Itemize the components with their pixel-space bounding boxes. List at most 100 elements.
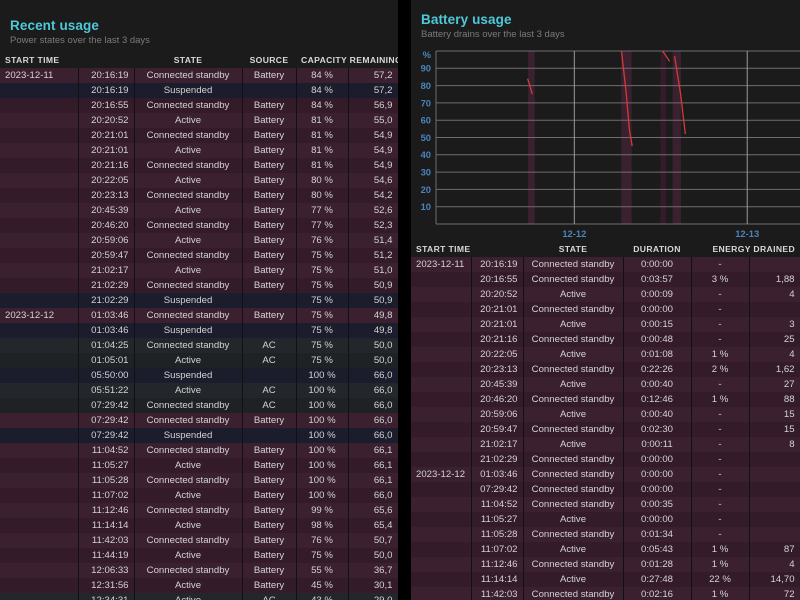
table-row[interactable]: 01:03:46 Suspended 75 % 49,8 bbox=[0, 323, 398, 338]
col-source[interactable]: SOURCE bbox=[242, 53, 297, 68]
table-row[interactable]: 2023-12-12 01:03:46 Connected standby Batte… bbox=[0, 308, 398, 323]
table-row[interactable]: 11:07:02 Active 0:05:43 1 % 87 bbox=[411, 542, 800, 557]
cell-time: 20:22:05 bbox=[78, 173, 135, 188]
table-row[interactable]: 07:29:42 Suspended 100 % 66,0 bbox=[0, 428, 398, 443]
table-row[interactable]: 12:34:31ActiveAC43 %29,0 bbox=[0, 593, 398, 600]
table-row[interactable]: 11:04:52 Connected standby Battery 100 % 66,… bbox=[0, 443, 398, 458]
cell-energy-percent: - bbox=[691, 527, 750, 542]
cell-capacity-mwh: 54,9 bbox=[348, 143, 398, 158]
cell-time: 20:21:01 bbox=[78, 143, 135, 158]
cell-state: Connected standby bbox=[134, 248, 243, 263]
cell-state: Active bbox=[523, 542, 624, 557]
table-row[interactable]: 20:16:55 Connected standby 0:03:57 3 % 1,88 bbox=[411, 272, 800, 287]
table-row[interactable]: 20:16:55 Connected standby Battery 84 % 56,9 bbox=[0, 98, 398, 113]
table-row[interactable]: 20:45:39 Active Battery 77 % 52,6 bbox=[0, 203, 398, 218]
cell-energy-mwh: 1,88 bbox=[749, 272, 800, 287]
cell-state: Connected standby bbox=[134, 338, 243, 353]
table-row[interactable]: 11:04:52 Connected standby 0:00:35- bbox=[411, 497, 800, 512]
table-row[interactable]: 2023-12-11 20:16:19 Connected standby 0:00:… bbox=[411, 257, 800, 272]
table-row[interactable]: 20:46:20 Connected standby 0:12:46 1 % 88 bbox=[411, 392, 800, 407]
table-row[interactable]: 11:05:27 Active Battery 100 % 66,1 bbox=[0, 458, 398, 473]
cell-date bbox=[0, 383, 79, 398]
table-row[interactable]: 11:05:28 Connected standby 0:01:34- bbox=[411, 527, 800, 542]
cell-capacity-mwh: 29,0 bbox=[348, 593, 398, 600]
col-state[interactable]: STATE bbox=[134, 53, 243, 68]
table-row[interactable]: 20:21:16 Connected standby Battery 81 % 54,9 bbox=[0, 158, 398, 173]
col-energy-drained[interactable]: ENERGY DRAINED bbox=[691, 242, 800, 257]
table-row[interactable]: 20:20:52 Active Battery 81 % 55,0 bbox=[0, 113, 398, 128]
table-row[interactable]: 12:31:56 Active Battery 45 % 30,1 bbox=[0, 578, 398, 593]
cell-date bbox=[411, 362, 472, 377]
table-row[interactable]: 20:22:05 Active Battery 80 % 54,6 bbox=[0, 173, 398, 188]
table-row[interactable]: 21:02:17 Active Battery 75 % 51,0 bbox=[0, 263, 398, 278]
table-row[interactable]: 05:51:22 Active AC 100 % 66,0 bbox=[0, 383, 398, 398]
table-row[interactable]: 20:59:06 Active Battery 76 % 51,4 bbox=[0, 233, 398, 248]
cell-energy-mwh: 1,62 bbox=[749, 362, 800, 377]
cell-capacity-percent: 84 % bbox=[296, 98, 349, 113]
table-row[interactable]: 11:42:03 Connected standby Battery 76 % 50,7 bbox=[0, 533, 398, 548]
table-row[interactable]: 20:23:13 Connected standby 0:22:26 2 % 1,62 bbox=[411, 362, 800, 377]
table-row[interactable]: 2023-12-12 01:03:46 Connected standby 0:00:… bbox=[411, 467, 800, 482]
cell-state: Active bbox=[134, 488, 243, 503]
table-row[interactable]: 01:05:01 Active AC 75 % 50,0 bbox=[0, 353, 398, 368]
table-row[interactable]: 11:05:28 Connected standby Battery 100 % 66,… bbox=[0, 473, 398, 488]
table-row[interactable]: 21:02:29 Connected standby 0:00:00- bbox=[411, 452, 800, 467]
cell-duration: 0:00:48 bbox=[623, 332, 692, 347]
cell-date bbox=[0, 83, 79, 98]
cell-capacity-percent: 84 % bbox=[296, 83, 349, 98]
cell-capacity-mwh: 50,0 bbox=[348, 353, 398, 368]
col-capacity-remaining[interactable]: CAPACITY REMAINING bbox=[296, 53, 398, 68]
cell-energy-mwh: 15 bbox=[749, 407, 800, 422]
table-row[interactable]: 20:22:05 Active 0:01:08 1 % 4 bbox=[411, 347, 800, 362]
table-row[interactable]: 20:46:20 Connected standby Battery 77 % 52,3 bbox=[0, 218, 398, 233]
table-row[interactable]: 21:02:29 Connected standby Battery 75 % 50,9 bbox=[0, 278, 398, 293]
table-row[interactable]: 07:29:42 Connected standby 0:00:00- bbox=[411, 482, 800, 497]
table-row[interactable]: 11:07:02 Active Battery 100 % 66,0 bbox=[0, 488, 398, 503]
table-row[interactable]: 05:50:00 Suspended 100 % 66,0 bbox=[0, 368, 398, 383]
table-row[interactable]: 2023-12-11 20:16:19 Connected standby Batte… bbox=[0, 68, 398, 83]
table-row[interactable]: 20:59:47 Connected standby 0:02:30-15 bbox=[411, 422, 800, 437]
col-state-2[interactable]: STATE bbox=[523, 242, 624, 257]
cell-date bbox=[0, 443, 79, 458]
table-row[interactable]: 20:21:01 Connected standby Battery 81 % 54,9 bbox=[0, 128, 398, 143]
table-row[interactable]: 20:21:16 Connected standby 0:00:48-25 bbox=[411, 332, 800, 347]
table-row[interactable]: 20:21:01 Active 0:00:15-3 bbox=[411, 317, 800, 332]
cell-time: 11:07:02 bbox=[78, 488, 135, 503]
table-row[interactable]: 20:59:06 Active 0:00:40-15 bbox=[411, 407, 800, 422]
table-row[interactable]: 11:14:14 Active Battery 98 % 65,4 bbox=[0, 518, 398, 533]
table-row[interactable]: 21:02:29 Suspended 75 % 50,9 bbox=[0, 293, 398, 308]
table-row[interactable]: 20:59:47 Connected standby Battery 75 % 51,2 bbox=[0, 248, 398, 263]
cell-capacity-percent: 80 % bbox=[296, 173, 349, 188]
table-row[interactable]: 11:05:27 Active 0:00:00- bbox=[411, 512, 800, 527]
cell-capacity-mwh: 50,7 bbox=[348, 533, 398, 548]
table-row[interactable]: 01:04:25 Connected standby AC 75 % 50,0 bbox=[0, 338, 398, 353]
table-row[interactable]: 20:16:19 Suspended 84 % 57,2 bbox=[0, 83, 398, 98]
cell-time: 20:45:39 bbox=[78, 203, 135, 218]
cell-energy-mwh: 4 bbox=[749, 557, 800, 572]
cell-source: Battery bbox=[242, 413, 297, 428]
cell-source: Battery bbox=[242, 458, 297, 473]
table-row[interactable]: 07:29:42 Connected standby AC 100 % 66,0 bbox=[0, 398, 398, 413]
col-start-time-2[interactable]: START TIME bbox=[411, 242, 524, 257]
table-row[interactable]: 20:20:52 Active 0:00:09-4 bbox=[411, 287, 800, 302]
table-row[interactable]: 20:45:39 Active 0:00:40-27 bbox=[411, 377, 800, 392]
table-row[interactable]: 20:21:01 Connected standby 0:00:00- bbox=[411, 302, 800, 317]
cell-source: Battery bbox=[242, 203, 297, 218]
col-duration[interactable]: DURATION bbox=[623, 242, 692, 257]
cell-capacity-percent: 100 % bbox=[296, 473, 349, 488]
table-row[interactable]: 20:23:13 Connected standby Battery 80 % 54,2 bbox=[0, 188, 398, 203]
cell-energy-mwh: 87 bbox=[749, 542, 800, 557]
table-row[interactable]: 11:12:46 Connected standby 0:01:28 1 % 4 bbox=[411, 557, 800, 572]
table-row[interactable]: 07:29:42 Connected standby Battery 100 % 66,… bbox=[0, 413, 398, 428]
table-row[interactable]: 11:42:03 Connected standby 0:02:16 1 % 72 bbox=[411, 587, 800, 600]
table-row[interactable]: 12:06:33 Connected standby Battery 55 % 36,7 bbox=[0, 563, 398, 578]
table-row[interactable]: 20:21:01 Active Battery 81 % 54,9 bbox=[0, 143, 398, 158]
table-row[interactable]: 11:44:19 Active Battery 75 % 50,0 bbox=[0, 548, 398, 563]
table-row[interactable]: 21:02:17 Active 0:00:11-8 bbox=[411, 437, 800, 452]
col-start-time[interactable]: START TIME bbox=[0, 53, 135, 68]
cell-capacity-mwh: 49,8 bbox=[348, 308, 398, 323]
table-row[interactable]: 11:12:46 Connected standby Battery 99 % 65,6 bbox=[0, 503, 398, 518]
y-axis-tick-label: 90 bbox=[421, 63, 431, 74]
table-row[interactable]: 11:14:14 Active 0:27:48 22 % 14,70 bbox=[411, 572, 800, 587]
battery-usage-panel: Battery usage Battery drains over the la… bbox=[411, 0, 800, 600]
